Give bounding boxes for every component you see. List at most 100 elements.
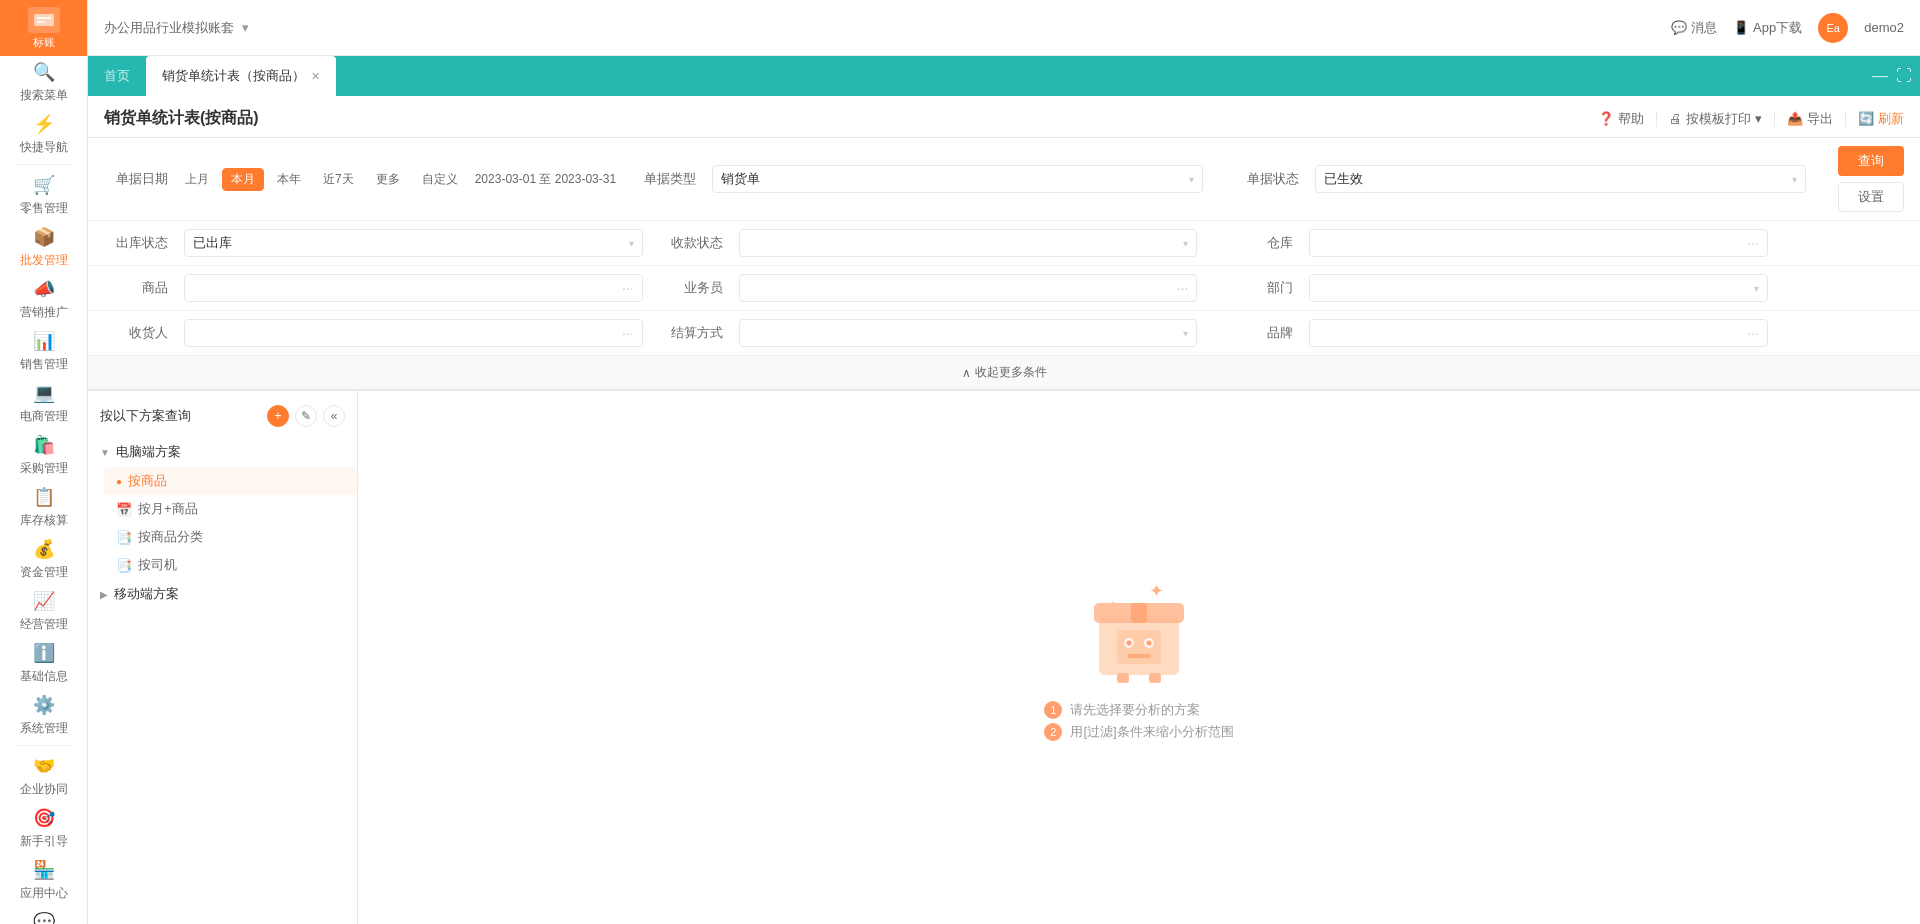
sidebar-item-purchase[interactable]: 🛍️ 采购管理 [0, 429, 88, 481]
doc-type-arrow-icon: ▾ [1189, 174, 1194, 185]
divider-2 [1774, 111, 1775, 127]
template-print-btn[interactable]: 🖨 按模板打印 ▾ [1669, 110, 1762, 128]
sidebar-item-sales[interactable]: 📊 销售管理 [0, 325, 88, 377]
receiver-label: 收货人 [104, 324, 168, 342]
tree-group-desktop-header[interactable]: ▼ 电脑端方案 [88, 437, 357, 467]
tree-item-by-product[interactable]: ● 按商品 [104, 467, 357, 495]
tree-item-by-cashier[interactable]: 📑 按司机 [104, 551, 357, 579]
salesperson-input[interactable]: ··· [739, 274, 1198, 302]
tab-bar: 首页 销货单统计表（按商品） ✕ — ⛶ [88, 56, 1920, 96]
tab-close-icon[interactable]: ✕ [311, 70, 320, 83]
svg-rect-5 [1131, 603, 1147, 623]
content-body: 按以下方案查询 + ✎ « [88, 391, 1920, 924]
filter-panel-title: 按以下方案查询 [100, 407, 191, 425]
product-dots-icon: ··· [622, 280, 634, 296]
help-btn[interactable]: ❓ 帮助 [1598, 110, 1644, 128]
sidebar-item-retail[interactable]: 🛒 零售管理 [0, 169, 88, 221]
department-dropdown[interactable]: ▾ [1309, 274, 1768, 302]
date-btn-7days[interactable]: 近7天 [314, 168, 363, 191]
date-range: 2023-03-01 至 2023-03-31 [475, 171, 616, 188]
date-btn-this-year[interactable]: 本年 [268, 168, 310, 191]
tab-sales-stat[interactable]: 销货单统计表（按商品） ✕ [146, 56, 336, 96]
svg-text:✦: ✦ [1149, 581, 1164, 601]
page-header: 销货单统计表(按商品) ❓ 帮助 🖨 按模板打印 ▾ 📤 [88, 96, 1920, 138]
panel-tree: ▼ 电脑端方案 ● 按商品 📅 按月+商品 [88, 433, 357, 613]
salesperson-dots-icon: ··· [1177, 280, 1189, 296]
sidebar-item-system[interactable]: ⚙️ 系统管理 [0, 689, 88, 741]
empty-state: ✦ ✦ [1044, 575, 1233, 741]
receiver-dots-icon: ··· [622, 325, 634, 341]
message-icon: 💬 [1671, 20, 1687, 35]
receiver-input[interactable]: ··· [184, 319, 643, 347]
refresh-btn[interactable]: 🔄 刷新 [1858, 110, 1904, 128]
purchase-icon: 🛍️ [33, 434, 55, 456]
warehouse-status-dropdown[interactable]: 已出库 ▾ [184, 229, 643, 257]
message-btn[interactable]: 💬 消息 [1671, 19, 1717, 37]
sidebar-item-quick-nav[interactable]: ⚡ 快捷导航 [0, 108, 88, 160]
query-button[interactable]: 查询 [1838, 146, 1904, 176]
wholesale-icon: 📦 [33, 226, 55, 248]
tab-expand: — ⛶ [1872, 67, 1912, 85]
add-scheme-btn[interactable]: + [267, 405, 289, 427]
payment-status-arrow-icon: ▾ [1183, 238, 1188, 249]
tree-group-mobile: ▶ 移动端方案 [88, 579, 357, 609]
sidebar-item-label: 新手引导 [20, 833, 68, 850]
avatar[interactable]: Ea [1818, 13, 1848, 43]
date-btn-last-month[interactable]: 上月 [176, 168, 218, 191]
collapse-panel-btn[interactable]: « [323, 405, 345, 427]
logo: 标账 [0, 0, 88, 56]
app-download-btn[interactable]: 📱 App下载 [1733, 19, 1802, 37]
doc-type-dropdown[interactable]: 销货单 ▾ [712, 165, 1203, 193]
tree-item-by-month-product[interactable]: 📅 按月+商品 [104, 495, 357, 523]
collapse-button[interactable]: ∧ 收起更多条件 [962, 364, 1047, 381]
date-btn-custom[interactable]: 自定义 [413, 168, 467, 191]
warehouse-input[interactable]: ··· [1309, 229, 1768, 257]
sidebar-item-operations[interactable]: 📈 经营管理 [0, 585, 88, 637]
sidebar-item-wholesale[interactable]: 📦 批发管理 [0, 221, 88, 273]
dropdown-arrow-icon[interactable]: ▾ [242, 20, 249, 35]
empty-illustration: ✦ ✦ [1079, 575, 1199, 685]
edit-icon: ✎ [301, 409, 311, 423]
svg-rect-14 [1117, 673, 1129, 683]
sidebar-item-label: 销售管理 [20, 356, 68, 373]
svg-rect-0 [34, 14, 54, 26]
tree-group-mobile-header[interactable]: ▶ 移动端方案 [88, 579, 357, 609]
sidebar-item-basic[interactable]: ℹ️ 基础信息 [0, 637, 88, 689]
tree-item-by-category[interactable]: 📑 按商品分类 [104, 523, 357, 551]
doc-status-label: 单据状态 [1235, 170, 1299, 188]
sidebar-item-inventory[interactable]: 📋 库存核算 [0, 481, 88, 533]
sidebar-item-ecommerce[interactable]: 💻 电商管理 [0, 377, 88, 429]
sidebar-item-search[interactable]: 🔍 搜索菜单 [0, 56, 88, 108]
settings-button[interactable]: 设置 [1838, 182, 1904, 212]
sidebar-item-enterprise[interactable]: 🤝 企业协同 [0, 750, 88, 802]
svg-text:✦: ✦ [1109, 598, 1117, 609]
sidebar-item-marketing[interactable]: 📣 营销推广 [0, 273, 88, 325]
sidebar-item-wechat[interactable]: 💬 企业微信 [0, 906, 88, 924]
date-btn-this-month[interactable]: 本月 [222, 168, 264, 191]
edit-scheme-btn[interactable]: ✎ [295, 405, 317, 427]
tab-minimize-icon[interactable]: — [1872, 67, 1888, 85]
enterprise-icon: 🤝 [33, 755, 55, 777]
export-btn[interactable]: 📤 导出 [1787, 110, 1833, 128]
payment-method-dropdown[interactable]: ▾ [739, 319, 1198, 347]
cashier-icon: 📑 [116, 558, 132, 573]
tab-home[interactable]: 首页 [88, 56, 146, 96]
sidebar-item-finance[interactable]: 💰 资金管理 [0, 533, 88, 585]
product-input[interactable]: ··· [184, 274, 643, 302]
sidebar-item-guide[interactable]: 🎯 新手引导 [0, 802, 88, 854]
payment-status-dropdown[interactable]: ▾ [739, 229, 1198, 257]
filter-section: 单据日期 上月 本月 本年 近7天 更多 自定义 2023-03-01 至 20… [88, 138, 1920, 391]
tab-maximize-icon[interactable]: ⛶ [1896, 67, 1912, 85]
sidebar-item-appstore[interactable]: 🏪 应用中心 [0, 854, 88, 906]
print-icon: 🖨 [1669, 111, 1682, 126]
svg-rect-15 [1149, 673, 1161, 683]
search-icon: 🔍 [33, 61, 55, 83]
svg-point-12 [1146, 640, 1151, 645]
brand-dots-icon: ··· [1747, 325, 1759, 341]
filter-panel-tools: + ✎ « [267, 405, 345, 427]
finance-icon: 💰 [33, 538, 55, 560]
brand-input[interactable]: ··· [1309, 319, 1768, 347]
date-btn-more[interactable]: 更多 [367, 168, 409, 191]
tree-expand-icon: ▼ [100, 447, 110, 458]
doc-status-dropdown[interactable]: 已生效 ▾ [1315, 165, 1806, 193]
